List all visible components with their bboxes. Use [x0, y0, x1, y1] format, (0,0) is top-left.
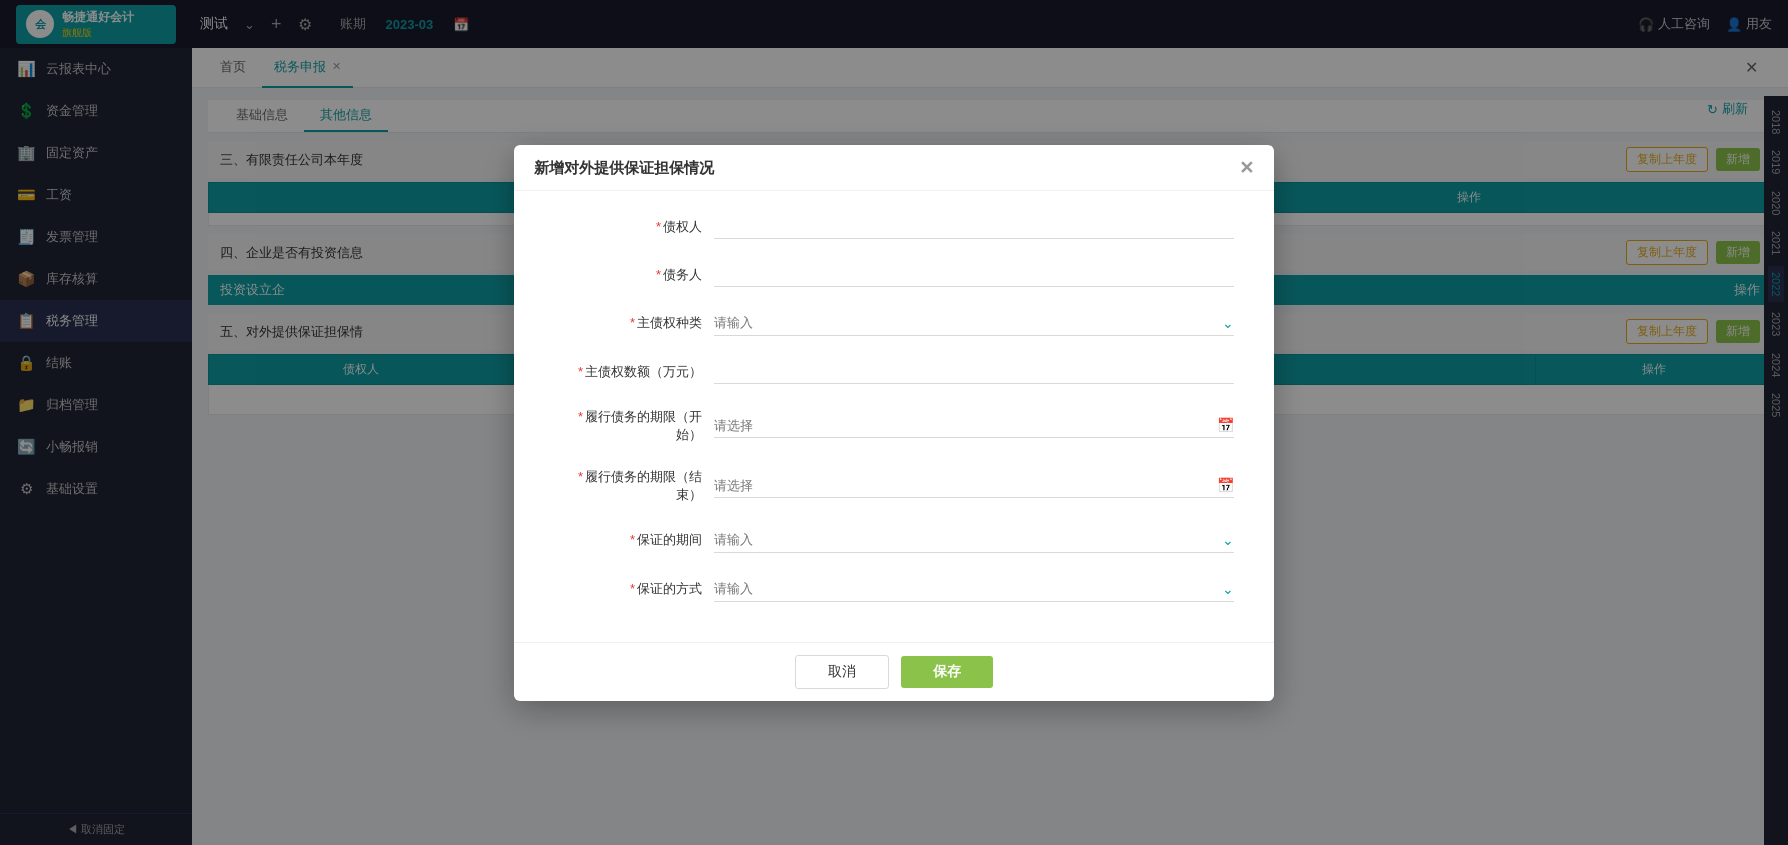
guarantee-method-label: *保证的方式	[554, 580, 714, 598]
required-mark: *	[578, 469, 583, 484]
start-date-calendar-icon[interactable]: 📅	[1217, 417, 1234, 433]
claim-type-select[interactable]: ⌄	[714, 311, 1234, 336]
dialog-header: 新增对外提供保证担保情况 ✕	[514, 145, 1274, 191]
creditor-input[interactable]	[714, 215, 1234, 239]
end-date-label: *履行债务的期限（结束）	[554, 468, 714, 504]
guarantee-method-input[interactable]	[714, 581, 1222, 596]
form-row-start-date: *履行债务的期限（开始） 📅	[554, 408, 1234, 444]
required-mark: *	[578, 409, 583, 424]
claim-amount-label: *主债权数额（万元）	[554, 363, 714, 381]
guarantee-period-select[interactable]: ⌄	[714, 528, 1234, 553]
guarantee-method-select[interactable]: ⌄	[714, 577, 1234, 602]
save-button[interactable]: 保存	[901, 656, 993, 688]
end-date-calendar-icon[interactable]: 📅	[1217, 477, 1234, 493]
dialog-footer: 取消 保存	[514, 642, 1274, 701]
cancel-button[interactable]: 取消	[795, 655, 889, 689]
form-row-creditor: *债权人	[554, 215, 1234, 239]
claim-type-label: *主债权种类	[554, 314, 714, 332]
dialog-close-icon[interactable]: ✕	[1239, 159, 1254, 177]
form-row-claim-type: *主债权种类 ⌄	[554, 311, 1234, 336]
form-row-claim-amount: *主债权数额（万元）	[554, 360, 1234, 384]
end-date-input[interactable]	[714, 478, 1217, 493]
guarantee-period-chevron-icon: ⌄	[1222, 532, 1234, 548]
guarantee-period-input[interactable]	[714, 532, 1222, 547]
required-mark: *	[630, 581, 635, 596]
start-date-label: *履行债务的期限（开始）	[554, 408, 714, 444]
claim-type-input[interactable]	[714, 315, 1222, 330]
claim-type-chevron-icon: ⌄	[1222, 315, 1234, 331]
creditor-label: *债权人	[554, 218, 714, 236]
debtor-input[interactable]	[714, 263, 1234, 287]
start-date-picker[interactable]: 📅	[714, 413, 1234, 438]
form-row-guarantee-method: *保证的方式 ⌄	[554, 577, 1234, 602]
required-mark: *	[578, 364, 583, 379]
claim-amount-input[interactable]	[714, 360, 1234, 384]
form-row-guarantee-period: *保证的期间 ⌄	[554, 528, 1234, 553]
dialog-title: 新增对外提供保证担保情况	[534, 159, 714, 178]
start-date-input[interactable]	[714, 418, 1217, 433]
guarantee-period-label: *保证的期间	[554, 531, 714, 549]
required-mark: *	[656, 267, 661, 282]
required-mark: *	[630, 315, 635, 330]
dialog-body: *债权人 *债务人 *主债权种类 ⌄	[514, 191, 1274, 642]
debtor-label: *债务人	[554, 266, 714, 284]
form-row-debtor: *债务人	[554, 263, 1234, 287]
required-mark: *	[656, 219, 661, 234]
required-mark: *	[630, 532, 635, 547]
modal-overlay: 新增对外提供保证担保情况 ✕ *债权人 *债务人 *主债权种类	[0, 0, 1788, 845]
form-row-end-date: *履行债务的期限（结束） 📅	[554, 468, 1234, 504]
end-date-picker[interactable]: 📅	[714, 473, 1234, 498]
dialog: 新增对外提供保证担保情况 ✕ *债权人 *债务人 *主债权种类	[514, 145, 1274, 701]
guarantee-method-chevron-icon: ⌄	[1222, 581, 1234, 597]
